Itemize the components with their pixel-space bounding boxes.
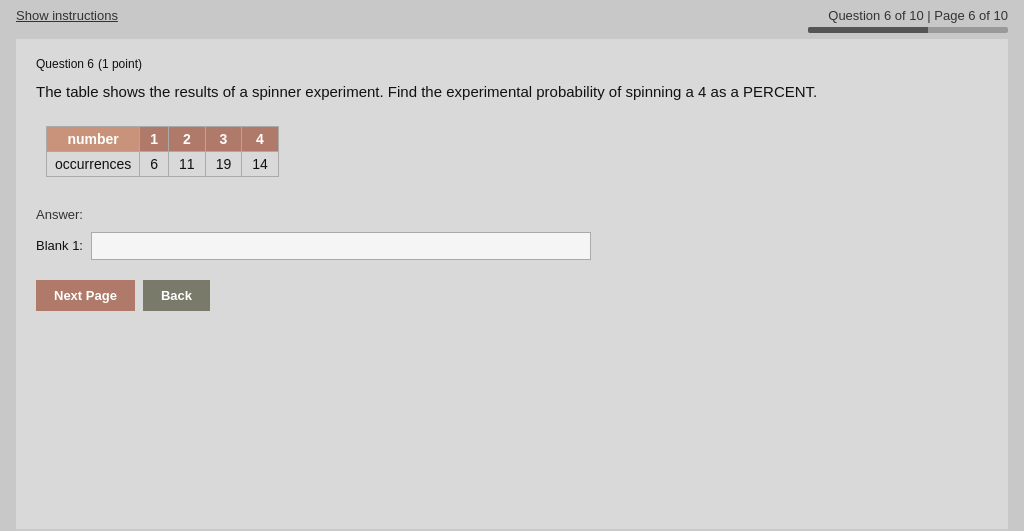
table-number-1: 1 <box>140 126 169 151</box>
table-occurrence-3: 19 <box>205 151 242 176</box>
table-header-label: number <box>47 126 140 151</box>
spinner-table: number 1 2 3 4 occurrences 6 11 19 14 <box>46 126 279 177</box>
next-page-button[interactable]: Next Page <box>36 280 135 311</box>
back-button[interactable]: Back <box>143 280 210 311</box>
button-row: Next Page Back <box>36 280 988 311</box>
table-occurrence-2: 11 <box>169 151 206 176</box>
progress-bar-fill <box>808 27 928 33</box>
content-area: Question 6 (1 point) The table shows the… <box>16 39 1008 529</box>
blank-input[interactable] <box>91 232 591 260</box>
question-nav: Question 6 of 10 | Page 6 of 10 <box>828 8 1008 23</box>
question-header: Question 6 (1 point) <box>36 55 988 71</box>
table-number-2: 2 <box>169 126 206 151</box>
table-number-4: 4 <box>242 126 279 151</box>
table-occurrence-4: 14 <box>242 151 279 176</box>
progress-bar <box>808 27 1008 33</box>
question-number: Question 6 <box>36 57 94 71</box>
table-occurrence-1: 6 <box>140 151 169 176</box>
table-number-3: 3 <box>205 126 242 151</box>
table-occurrence-label: occurrences <box>47 151 140 176</box>
question-text: The table shows the results of a spinner… <box>36 81 988 104</box>
blank-row: Blank 1: <box>36 232 988 260</box>
question-points: (1 point) <box>98 57 142 71</box>
show-instructions-link[interactable]: Show instructions <box>16 8 118 23</box>
answer-label: Answer: <box>36 207 988 222</box>
blank-label: Blank 1: <box>36 238 83 253</box>
